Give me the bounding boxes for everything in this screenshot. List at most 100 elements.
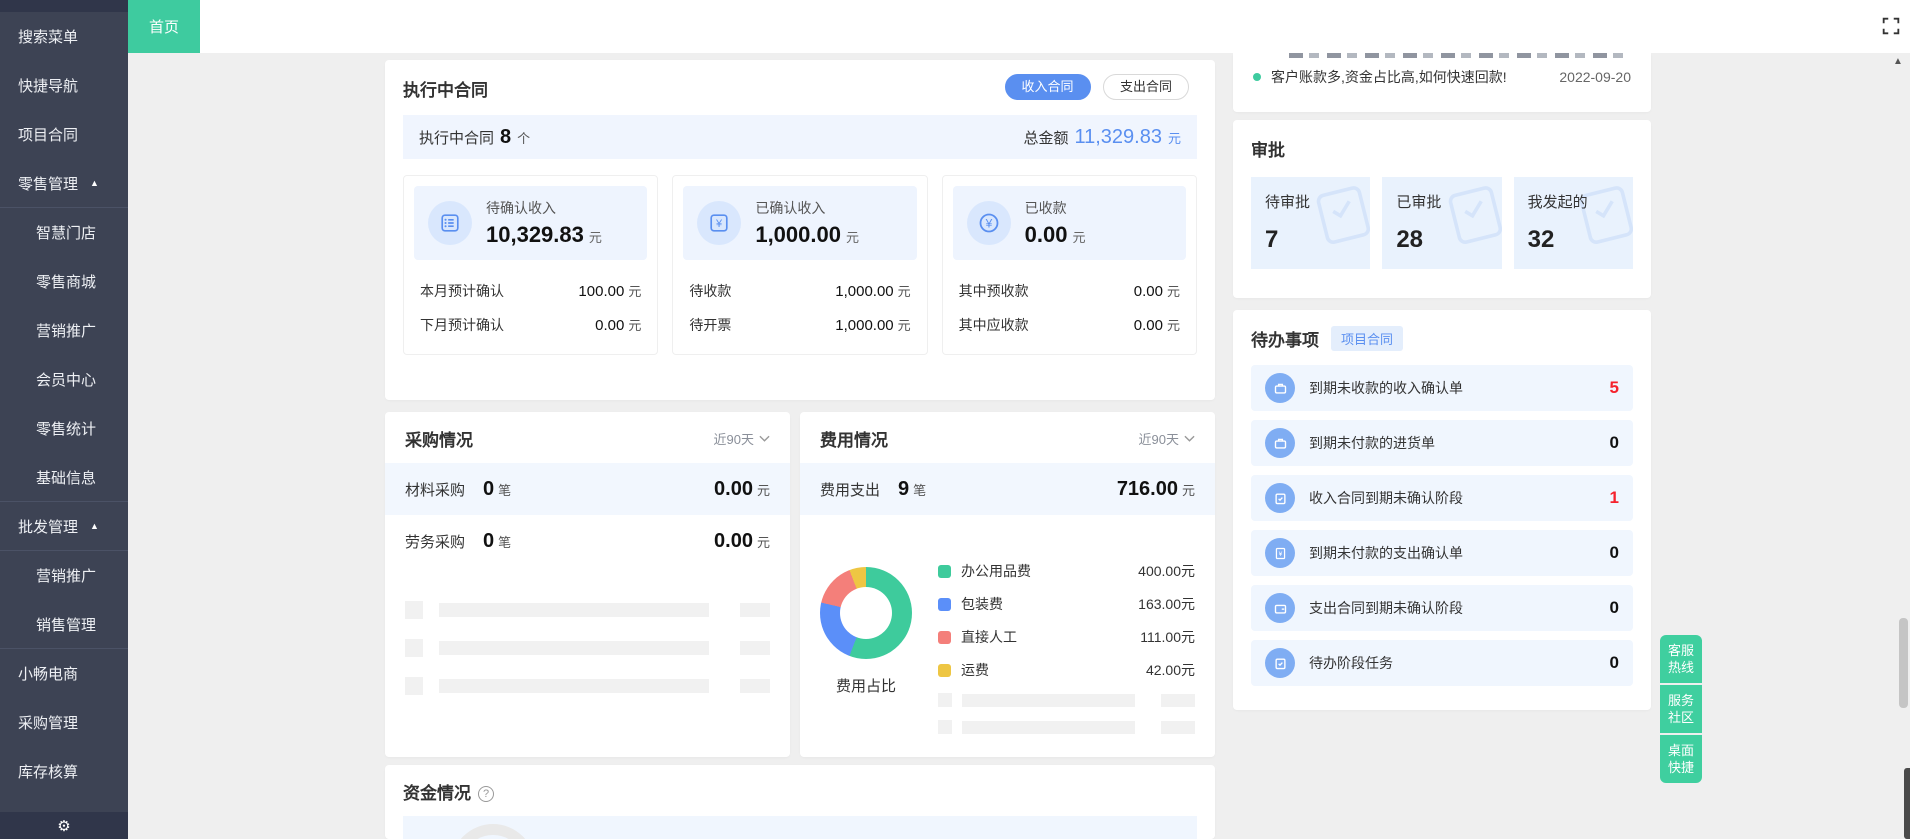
contract-type-toggle: 收入合同 支出合同: [997, 74, 1189, 100]
notice-item[interactable]: 客户账款多,资金占比高,如何快速回款! 2022-09-20: [1253, 67, 1631, 87]
todo-item-3[interactable]: ¥ 到期未付款的支出确认单 0: [1251, 530, 1633, 576]
approval-card: 审批 待审批 7 已审批 28 我发起的 32: [1233, 120, 1651, 298]
help-question-icon[interactable]: ?: [478, 786, 494, 802]
todo-item-count: 0: [1609, 543, 1619, 562]
legend-chip: [938, 564, 951, 578]
approval-tile-count: 32: [1527, 226, 1555, 253]
gear-icon: ⚙: [57, 817, 71, 835]
chevron-down-icon: [1184, 435, 1195, 442]
float-button-0[interactable]: 客服 热线: [1660, 635, 1702, 683]
sidebar-item-label: 快捷导航: [18, 78, 79, 95]
todo-item-label: 到期未付款的支出确认单: [1309, 545, 1463, 561]
sidebar-item-13[interactable]: 小畅电商: [0, 649, 128, 698]
sidebar-item-6[interactable]: 营销推广: [0, 306, 128, 355]
todo-tag-project-contract[interactable]: 项目合同: [1331, 326, 1404, 351]
chevron-up-icon: ▲: [90, 178, 99, 188]
sidebar-item-label: 项目合同: [18, 127, 79, 144]
stat-value: 1,000.00 元: [755, 222, 859, 247]
sidebar-item-7[interactable]: 会员中心: [0, 355, 128, 404]
placeholder-ring: [451, 824, 535, 839]
sidebar-item-label: 搜索菜单: [18, 29, 79, 46]
sidebar-item-15[interactable]: 库存核算: [0, 747, 128, 796]
scrollbar-bottom-dark-element[interactable]: [1904, 768, 1910, 839]
todo-item-label: 到期未付款的进货单: [1309, 435, 1435, 451]
legend-skeleton: [938, 693, 1195, 707]
sidebar-item-5[interactable]: 零售商城: [0, 257, 128, 306]
stat-value: 10,329.83 元: [486, 222, 602, 247]
stat-box-1: ¥ 已确认收入 1,000.00 元 待收款 1,000.00 元 待开票 1,00…: [672, 175, 928, 355]
sidebar-item-label: 零售统计: [36, 421, 97, 438]
approval-tile-0[interactable]: 待审批 7: [1251, 177, 1371, 269]
legend-chip: [938, 630, 951, 644]
stat-value: 0.00 元: [1024, 222, 1086, 247]
toggle-income-contract[interactable]: 收入合同: [1004, 74, 1091, 100]
sidebar-item-1[interactable]: 快捷导航: [0, 61, 128, 110]
sidebar-item-10[interactable]: 批发管理 ▲: [0, 502, 128, 551]
expense-range-select[interactable]: 近90天: [1139, 429, 1195, 448]
todo-item-5[interactable]: 待办阶段任务 0: [1251, 640, 1633, 686]
todo-item-count: 5: [1609, 378, 1619, 397]
approval-tile-count: 28: [1396, 226, 1424, 253]
sidebar-item-12[interactable]: 销售管理: [0, 600, 128, 649]
stat-sub-row: 本月预计确认 100.00 元: [420, 283, 642, 300]
scrollbar-thumb[interactable]: [1899, 618, 1908, 708]
sidebar-item-label: 零售商城: [36, 274, 97, 291]
approval-tile-2[interactable]: 我发起的 32: [1513, 177, 1633, 269]
tab-home[interactable]: 首页: [128, 0, 200, 53]
todo-item-count: 0: [1609, 433, 1619, 452]
sidebar-item-label: 智慧门店: [36, 225, 97, 242]
total-amount-value: 11,329.83: [1074, 125, 1162, 148]
sidebar-item-3[interactable]: 零售管理 ▲: [0, 159, 128, 208]
sidebar-item-11[interactable]: 营销推广: [0, 551, 128, 600]
approval-tile-label: 已审批: [1396, 194, 1442, 211]
contract-stat-boxes: 待确认收入 10,329.83 元 本月预计确认 100.00 元 下月预计确认 0…: [403, 175, 1197, 355]
approval-tiles: 待审批 7 已审批 28 我发起的 32: [1251, 177, 1633, 269]
notice-card: 客户账款多,资金占比高,如何快速回款! 2022-09-20: [1233, 53, 1651, 112]
clipboard-check-icon: [1265, 483, 1295, 513]
sidebar-item-0[interactable]: 搜索菜单: [0, 12, 128, 61]
todo-item-label: 待办阶段任务: [1309, 655, 1393, 671]
sidebar-item-label: 会员中心: [36, 372, 97, 389]
todo-item-label: 收入合同到期未确认阶段: [1309, 490, 1463, 506]
legend-item-2: 直接人工 111.00元: [938, 627, 1195, 647]
chevron-up-icon: ▲: [90, 521, 99, 531]
sidebar-item-9[interactable]: 基础信息: [0, 453, 128, 502]
settings-gear-button[interactable]: ⚙: [0, 812, 128, 839]
todo-item-2[interactable]: 收入合同到期未确认阶段 1: [1251, 475, 1633, 521]
purchase-overview-card: 采购情况 近90天 材料采购 0笔 0.00 元 劳务采购 0笔 0.00 元: [385, 412, 790, 757]
sidebar-item-2[interactable]: 项目合同: [0, 110, 128, 159]
sidebar-item-8[interactable]: 零售统计: [0, 404, 128, 453]
card-title: 资金情况: [403, 784, 471, 803]
executing-contracts-card: 执行中合同 收入合同 支出合同 执行中合同 8 个 总金额 11,329.83 元 待确…: [385, 60, 1215, 400]
purchase-rows: 材料采购 0笔 0.00 元 劳务采购 0笔 0.00 元: [385, 463, 790, 567]
donut-label: 费用占比: [835, 678, 896, 695]
legend-item-1: 包装费 163.00元: [938, 594, 1195, 614]
todo-item-1[interactable]: 到期未付款的进货单 0: [1251, 420, 1633, 466]
stat-label: 已确认收入: [755, 200, 826, 216]
float-button-1[interactable]: 服务 社区: [1660, 685, 1702, 733]
todo-item-0[interactable]: 到期未收款的收入确认单 5: [1251, 365, 1633, 411]
sidebar-top-strip: [0, 0, 128, 12]
yuan-circle-icon: ¥: [966, 201, 1011, 245]
sidebar-item-14[interactable]: 采购管理: [0, 698, 128, 747]
float-button-2[interactable]: 桌面 快捷: [1660, 735, 1702, 783]
todo-item-count: 1: [1609, 488, 1619, 507]
clipped-notice-row: [1289, 53, 1627, 58]
sidebar-item-4[interactable]: 智慧门店: [0, 208, 128, 257]
fullscreen-icon[interactable]: [1880, 15, 1902, 37]
wallet-icon: [1265, 593, 1295, 623]
clipboard-check-icon: [1265, 648, 1295, 678]
scroll-up-arrow-icon[interactable]: ▲: [1893, 56, 1903, 67]
receipt-yuan-icon: ¥: [1265, 538, 1295, 568]
approval-tile-1[interactable]: 已审批 28: [1382, 177, 1502, 269]
toggle-expense-contract[interactable]: 支出合同: [1102, 74, 1189, 100]
todo-items: 到期未收款的收入确认单 5 到期未付款的进货单 0 收入合同到期未确认阶段 1 …: [1251, 365, 1633, 686]
contracts-count-label: 执行中合同: [419, 129, 495, 147]
stat-sub-row: 其中应收款 0.00 元: [958, 317, 1180, 334]
todo-item-4[interactable]: 支出合同到期未确认阶段 0: [1251, 585, 1633, 631]
sidebar-item-label: 基础信息: [36, 469, 97, 487]
svg-text:¥: ¥: [715, 218, 723, 230]
purchase-range-select[interactable]: 近90天: [714, 429, 770, 448]
briefcase-icon: [1265, 428, 1295, 458]
notice-date: 2022-09-20: [1559, 69, 1631, 85]
